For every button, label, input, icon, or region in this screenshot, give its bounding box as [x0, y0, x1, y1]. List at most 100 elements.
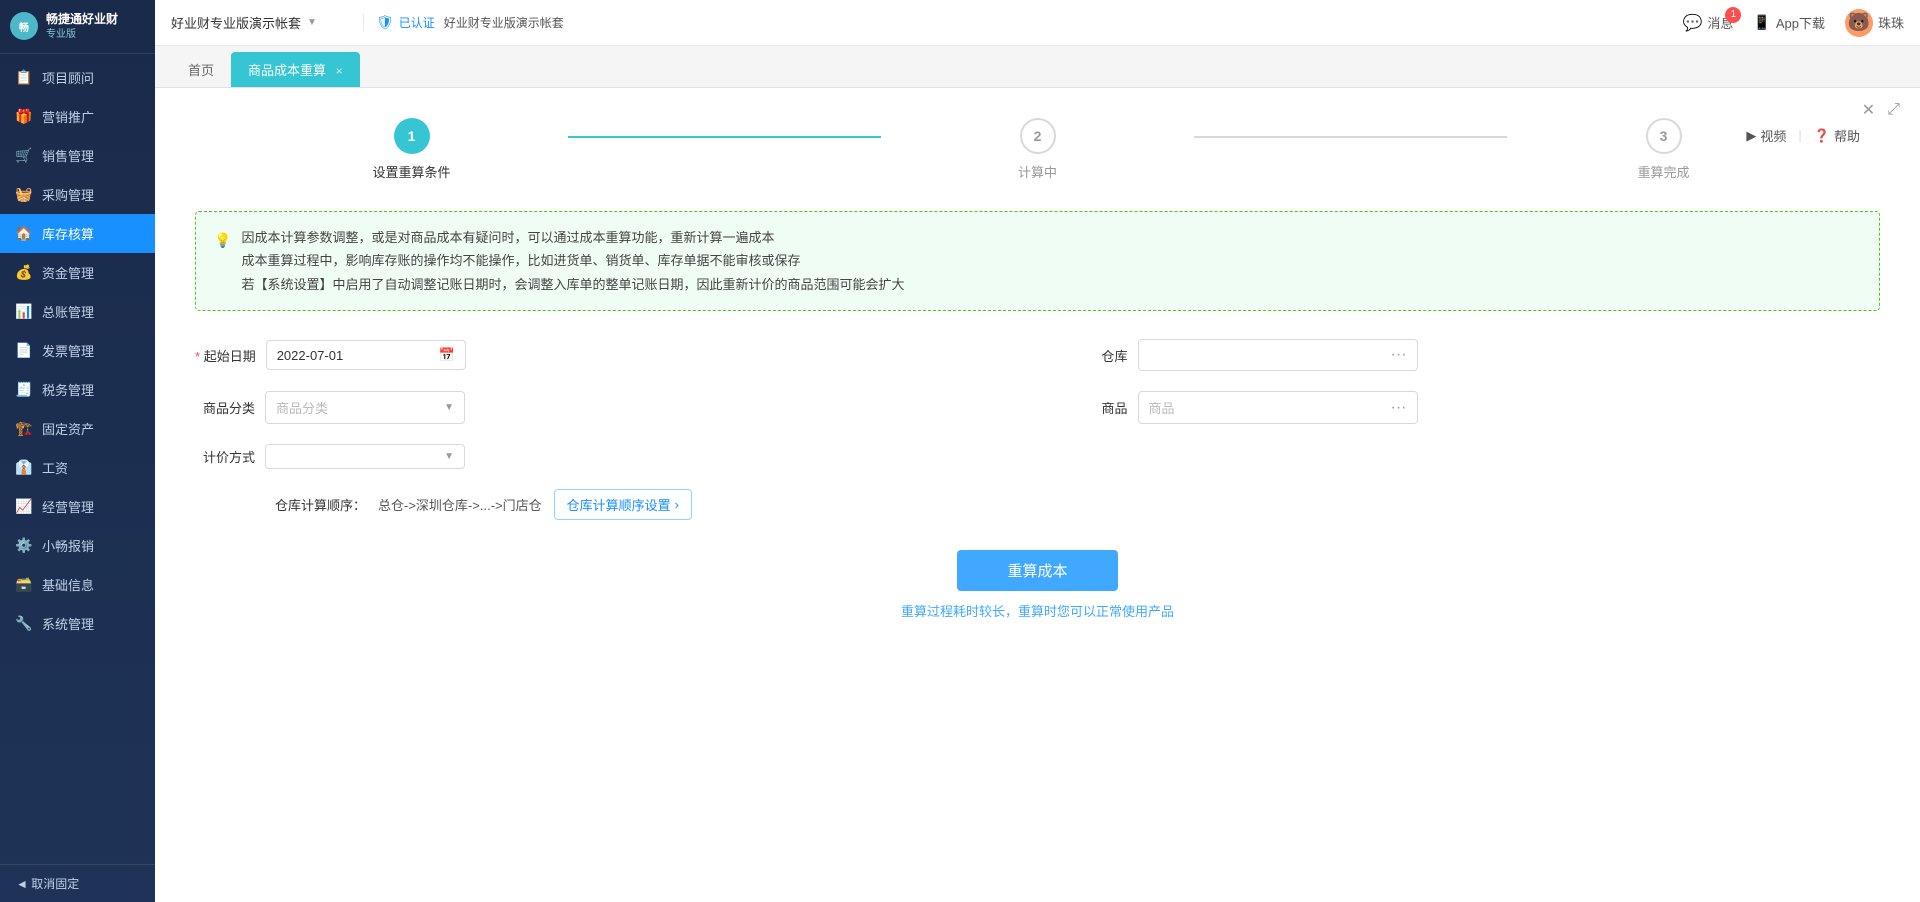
- tax-icon: 🧾: [16, 381, 32, 397]
- sidebar-item-inventory[interactable]: 🏠 库存核算: [0, 214, 155, 253]
- system-icon: 🔧: [16, 615, 32, 631]
- steps-actions: ▶ 视频 | ❓ 帮助: [1746, 126, 1860, 145]
- sidebar-item-payroll[interactable]: 👔 工资: [0, 448, 155, 487]
- expand-window-icon[interactable]: ⤢: [1887, 101, 1900, 119]
- account-selector[interactable]: 好业财专业版演示帐套 ▼: [171, 13, 351, 32]
- message-button[interactable]: 💬 消息 1: [1682, 13, 1733, 33]
- step-2-circle: 2: [1020, 118, 1056, 154]
- product-label: 商品: [1068, 398, 1138, 417]
- category-placeholder: 商品分类: [276, 398, 328, 417]
- sidebar-item-label: 工资: [42, 458, 68, 477]
- pricing-select[interactable]: ▼: [265, 444, 465, 469]
- date-value: 2022-07-01: [277, 348, 344, 363]
- verified-badge: 🛡 已认证 好业财专业版演示帐套: [363, 14, 564, 31]
- finance-icon: 💰: [16, 264, 32, 280]
- form-group-pricing: 计价方式 ▼: [195, 444, 1880, 469]
- sidebar-item-marketing[interactable]: 🎁 营销推广: [0, 97, 155, 136]
- sidebar-item-operations[interactable]: 📈 经营管理: [0, 487, 155, 526]
- warehouse-order-label: 仓库计算顺序：: [275, 495, 366, 514]
- product-dots-icon: ···: [1391, 399, 1407, 417]
- avatar: 🐻: [1845, 9, 1873, 37]
- sidebar-item-sales[interactable]: 🛒 销售管理: [0, 136, 155, 175]
- help-action[interactable]: ❓ 帮助: [1814, 126, 1860, 145]
- sidebar-item-label: 经营管理: [42, 497, 94, 516]
- question-icon: ❓: [1814, 128, 1830, 144]
- app-download-button[interactable]: 📱 App下载: [1753, 13, 1825, 32]
- sales-icon: 🛒: [16, 147, 32, 163]
- product-placeholder: 商品: [1149, 398, 1175, 417]
- step-3-label: 重算完成: [1637, 162, 1689, 181]
- video-label: 视频: [1760, 126, 1786, 145]
- step-1: 1 设置重算条件: [255, 118, 568, 181]
- category-select[interactable]: 商品分类 ▼: [265, 391, 465, 424]
- sidebar-item-label: 发票管理: [42, 341, 94, 360]
- tab-home-label: 首页: [188, 63, 214, 78]
- form-row-pricing: 计价方式 ▼: [195, 444, 1880, 469]
- unpin-label: ◄ 取消固定: [16, 875, 79, 892]
- project-icon: 📋: [16, 69, 32, 85]
- close-window-icon[interactable]: ✕: [1862, 100, 1875, 120]
- basic-icon: 🗃️: [16, 576, 32, 592]
- warehouse-order-row: 仓库计算顺序： 总仓->深圳仓库->...->门店仓 仓库计算顺序设置 ›: [195, 489, 1880, 520]
- tab-home[interactable]: 首页: [171, 52, 231, 87]
- pricing-label: 计价方式: [195, 447, 265, 466]
- sidebar-item-tax[interactable]: 🧾 税务管理: [0, 370, 155, 409]
- phone-icon: 📱: [1753, 14, 1770, 31]
- brand-name: 畅捷通好业财: [46, 12, 118, 28]
- product-input[interactable]: 商品 ···: [1138, 391, 1418, 424]
- marketing-icon: 🎁: [16, 108, 32, 124]
- sidebar-item-expense[interactable]: ⚙️ 小畅报销: [0, 526, 155, 565]
- sidebar-item-label: 固定资产: [42, 419, 94, 438]
- step-3-circle: 3: [1646, 118, 1682, 154]
- shield-icon: 🛡: [376, 14, 394, 31]
- sidebar-item-label: 销售管理: [42, 146, 94, 165]
- start-date-label: * 起始日期: [195, 346, 266, 365]
- sidebar-item-finance[interactable]: 💰 资金管理: [0, 253, 155, 292]
- inventory-icon: 🏠: [16, 225, 32, 241]
- recalc-area: 重算成本 重算过程耗时较长，重算时您可以正常使用产品: [195, 550, 1880, 620]
- expense-icon: ⚙️: [16, 537, 32, 553]
- recalc-button[interactable]: 重算成本: [957, 550, 1117, 591]
- play-icon: ▶: [1746, 128, 1756, 144]
- sidebar-item-label: 项目顾问: [42, 68, 94, 87]
- topbar: 好业财专业版演示帐套 ▼ 🛡 已认证 好业财专业版演示帐套 💬 消息 1 📱 A…: [155, 0, 1920, 46]
- chevron-down-icon: ▼: [444, 402, 454, 413]
- start-date-input[interactable]: 2022-07-01 📅: [266, 340, 466, 370]
- form-row-date-warehouse: * 起始日期 2022-07-01 📅 仓库 ···: [195, 339, 1880, 371]
- step-line-1: [568, 136, 881, 138]
- sidebar-item-system[interactable]: 🔧 系统管理: [0, 604, 155, 643]
- logo-text: 畅: [19, 19, 29, 34]
- warehouse-input[interactable]: ···: [1138, 339, 1418, 371]
- sidebar-item-project[interactable]: 📋 项目顾问: [0, 58, 155, 97]
- tab-recalc-label: 商品成本重算: [248, 63, 326, 78]
- assets-icon: 🏗️: [16, 420, 32, 436]
- form-row-category-product: 商品分类 商品分类 ▼ 商品 商品 ···: [195, 391, 1880, 424]
- accounting-icon: 📊: [16, 303, 32, 319]
- step-1-circle: 1: [394, 118, 430, 154]
- brand-edition: 专业版: [46, 28, 118, 41]
- sidebar-item-purchase[interactable]: 🧺 采购管理: [0, 175, 155, 214]
- sidebar-item-invoice[interactable]: 📄 发票管理: [0, 331, 155, 370]
- sidebar-item-assets[interactable]: 🏗️ 固定资产: [0, 409, 155, 448]
- tab-recalc[interactable]: 商品成本重算 ×: [231, 52, 360, 87]
- warehouse-label: 仓库: [1068, 346, 1138, 365]
- main-area: 好业财专业版演示帐套 ▼ 🛡 已认证 好业财专业版演示帐套 💬 消息 1 📱 A…: [155, 0, 1920, 902]
- recalc-note: 重算过程耗时较长，重算时您可以正常使用产品: [901, 601, 1174, 620]
- step-2-label: 计算中: [1018, 162, 1057, 181]
- payroll-icon: 👔: [16, 459, 32, 475]
- sidebar-item-basic[interactable]: 🗃️ 基础信息: [0, 565, 155, 604]
- dots-icon: ···: [1391, 346, 1407, 364]
- tab-close-icon[interactable]: ×: [336, 64, 343, 78]
- form-group-date: * 起始日期 2022-07-01 📅: [195, 340, 1008, 370]
- warehouse-order-btn[interactable]: 仓库计算顺序设置 ›: [554, 489, 692, 520]
- sidebar-nav: 📋 项目顾问 🎁 营销推广 🛒 销售管理 🧺 采购管理 🏠 库存核算 💰 资金管…: [0, 54, 155, 864]
- warehouse-order-btn-label: 仓库计算顺序设置: [567, 495, 671, 514]
- form-group-warehouse: 仓库 ···: [1008, 339, 1881, 371]
- sidebar-item-label: 库存核算: [42, 224, 94, 243]
- app-label: App下载: [1776, 13, 1825, 32]
- video-action[interactable]: ▶ 视频: [1746, 126, 1786, 145]
- user-menu[interactable]: 🐻 珠珠: [1845, 9, 1904, 37]
- sidebar-item-accounting[interactable]: 📊 总账管理: [0, 292, 155, 331]
- step-1-label: 设置重算条件: [372, 162, 450, 181]
- sidebar-unpin[interactable]: ◄ 取消固定: [0, 864, 155, 902]
